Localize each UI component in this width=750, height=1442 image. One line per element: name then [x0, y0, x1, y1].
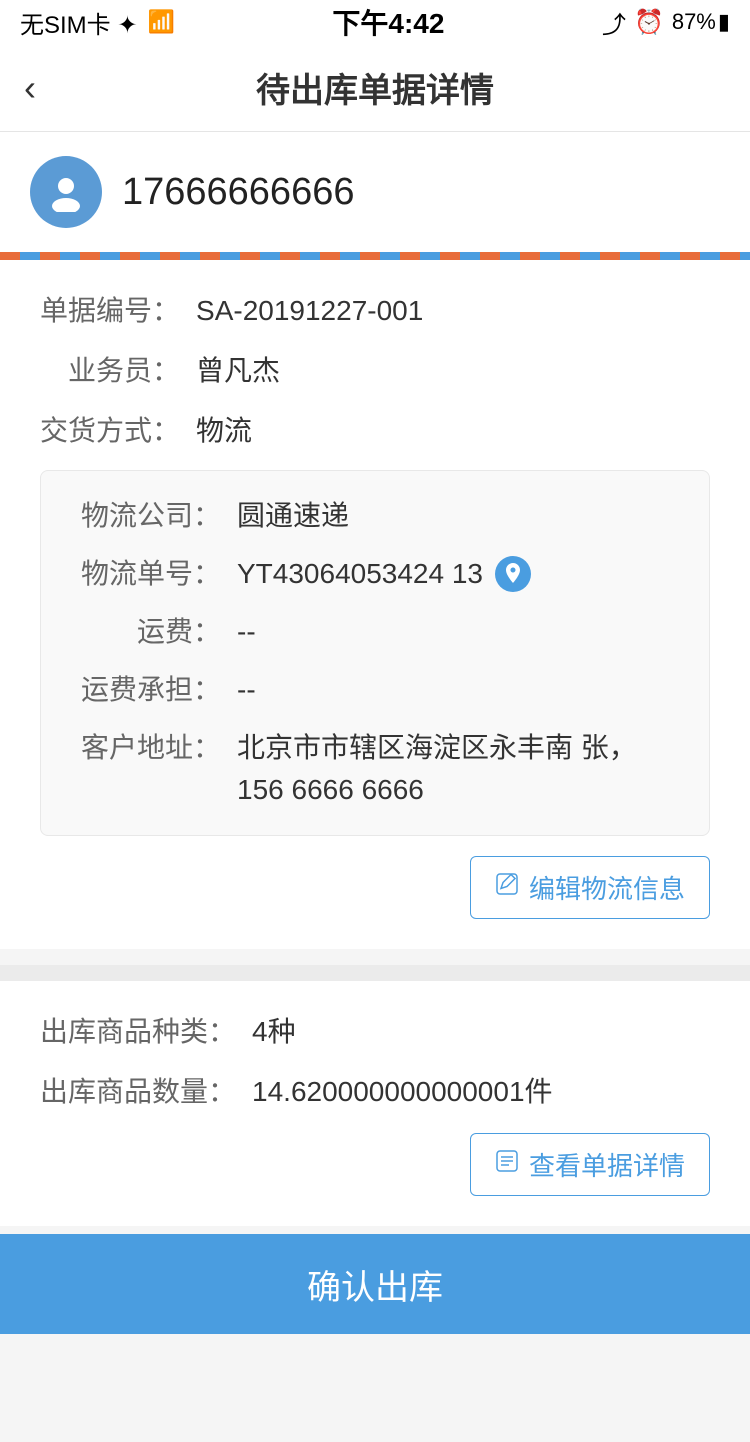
separator — [0, 965, 750, 981]
delivery-method-label: 交货方式： — [40, 410, 180, 452]
freight-row: 运费： -- — [71, 611, 679, 653]
wifi-icon: 📶 — [147, 9, 174, 35]
edit-logistics-button[interactable]: 编辑物流信息 — [470, 856, 710, 919]
document-number-value: SA-20191227-001 — [196, 290, 710, 332]
back-button[interactable]: ‹ — [24, 67, 36, 109]
logistics-company-row: 物流公司： 圆通速递 — [71, 495, 679, 537]
edit-icon — [495, 872, 519, 903]
delivery-method-row: 交货方式： 物流 — [40, 410, 710, 452]
document-number-row: 单据编号： SA-20191227-001 — [40, 290, 710, 332]
status-left: 无SIM卡 ✦ 📶 — [20, 5, 175, 40]
logistics-company-label: 物流公司： — [71, 495, 221, 537]
battery-indicator: 87% ▮ — [672, 9, 730, 35]
tracking-number-row: 物流单号： YT43064053424 13 — [71, 553, 679, 595]
dashed-divider — [0, 252, 750, 260]
freight-value: -- — [237, 611, 679, 653]
freight-label: 运费： — [71, 611, 221, 653]
page-title: 待出库单据详情 — [256, 63, 494, 112]
product-info-section: 出库商品种类： 4种 出库商品数量： 14.620000000000001件 查… — [0, 981, 750, 1226]
product-quantity-row: 出库商品数量： 14.620000000000001件 — [40, 1071, 710, 1113]
sales-person-value: 曾凡杰 — [196, 350, 710, 392]
address-value: 北京市市辖区海淀区永丰南 张，156 6666 6666 — [237, 727, 679, 811]
product-types-row: 出库商品种类： 4种 — [40, 1011, 710, 1053]
list-icon — [495, 1149, 519, 1180]
document-number-label: 单据编号： — [40, 290, 180, 332]
confirm-bar[interactable]: 确认出库 — [0, 1234, 750, 1334]
nav-bar: ‹ 待出库单据详情 — [0, 44, 750, 132]
status-right: ⤴ ⏰ 87% ▮ — [602, 5, 730, 40]
product-quantity-value: 14.620000000000001件 — [252, 1071, 710, 1113]
customer-header: 17666666666 — [0, 132, 750, 252]
view-details-button[interactable]: 查看单据详情 — [470, 1133, 710, 1196]
freight-bearer-row: 运费承担： -- — [71, 669, 679, 711]
product-quantity-label: 出库商品数量： — [40, 1071, 236, 1113]
sales-person-label: 业务员： — [40, 350, 180, 392]
basic-info-section: 单据编号： SA-20191227-001 业务员： 曾凡杰 交货方式： 物流 … — [0, 260, 750, 949]
product-types-value: 4种 — [252, 1011, 710, 1053]
sales-person-row: 业务员： 曾凡杰 — [40, 350, 710, 392]
view-btn-row: 查看单据详情 — [40, 1133, 710, 1196]
delivery-method-value: 物流 — [196, 410, 710, 452]
tracking-number-label: 物流单号： — [71, 553, 221, 595]
freight-bearer-label: 运费承担： — [71, 669, 221, 711]
map-location-icon[interactable] — [495, 556, 531, 592]
tracking-number-value: YT43064053424 13 — [237, 553, 679, 595]
avatar — [30, 156, 102, 228]
status-time: 下午4:42 — [332, 2, 444, 42]
edit-logistics-label: 编辑物流信息 — [529, 869, 685, 906]
address-row: 客户地址： 北京市市辖区海淀区永丰南 张，156 6666 6666 — [71, 727, 679, 811]
sim-status: 无SIM卡 ✦ — [20, 5, 137, 40]
confirm-button-label: 确认出库 — [307, 1260, 443, 1309]
edit-btn-row: 编辑物流信息 — [40, 856, 710, 919]
status-bar: 无SIM卡 ✦ 📶 下午4:42 ⤴ ⏰ 87% ▮ — [0, 0, 750, 44]
address-label: 客户地址： — [71, 727, 221, 769]
location-status-icon: ⤴ — [602, 5, 626, 40]
logistics-card: 物流公司： 圆通速递 物流单号： YT43064053424 13 运费： --… — [40, 470, 710, 836]
freight-bearer-value: -- — [237, 669, 679, 711]
alarm-icon: ⏰ — [634, 8, 664, 37]
customer-phone: 17666666666 — [122, 171, 354, 214]
logistics-company-value: 圆通速递 — [237, 495, 679, 537]
view-details-label: 查看单据详情 — [529, 1146, 685, 1183]
battery-icon: ▮ — [718, 9, 730, 35]
product-types-label: 出库商品种类： — [40, 1011, 236, 1053]
